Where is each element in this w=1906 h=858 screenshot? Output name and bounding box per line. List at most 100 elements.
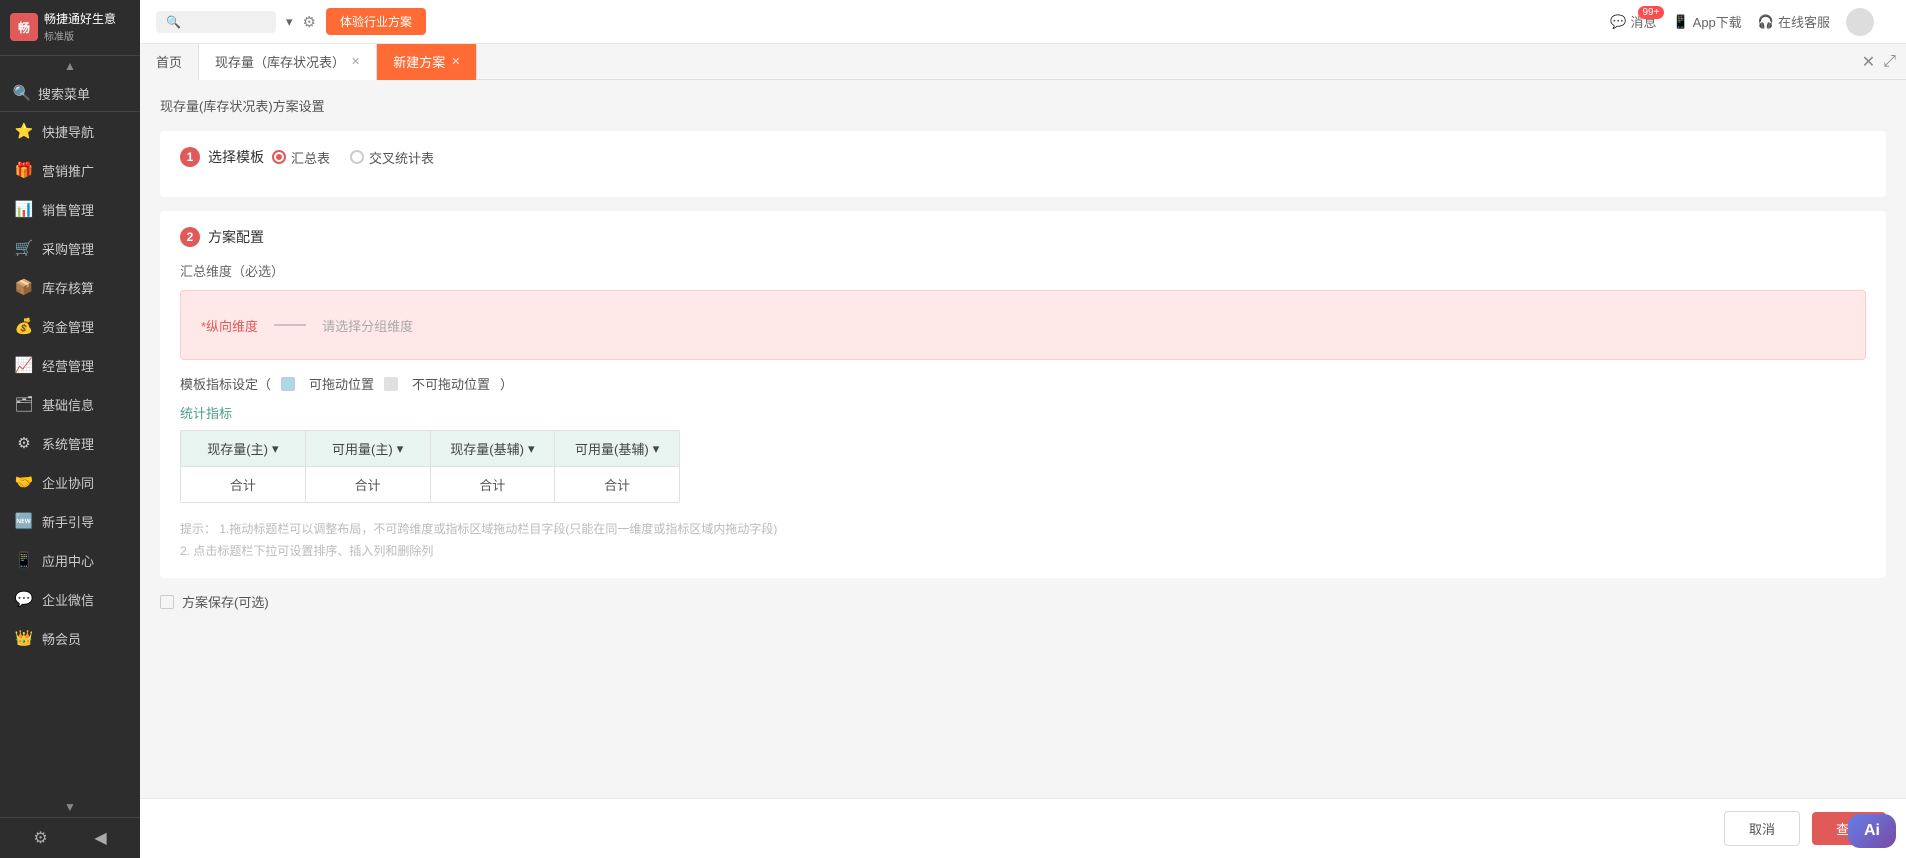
sidebar-item-newguide[interactable]: 🆕 新手引导 (0, 502, 140, 541)
tab-new-scheme[interactable]: 新建方案 ✕ (377, 44, 477, 80)
sidebar-item-coop[interactable]: 🤝 企业协同 (0, 463, 140, 502)
radio-cross-circle[interactable] (350, 150, 364, 164)
sidebar-item-system[interactable]: ⚙ 系统管理 (0, 424, 140, 463)
inventory-tab-close-icon[interactable]: ✕ (351, 55, 360, 68)
sidebar-item-appcenter[interactable]: 📱 应用中心 (0, 541, 140, 580)
tab-inventory[interactable]: 现存量（库存状况表） ✕ (199, 44, 377, 80)
sidebar-item-wechat[interactable]: 💬 企业微信 (0, 580, 140, 619)
tips-section: 提示： 1.拖动标题栏可以调整布局，不可跨维度或指标区域拖动栏目字段(只能在同一… (180, 519, 1866, 562)
sidebar-item-label-sales: 销售管理 (42, 200, 94, 219)
sidebar-item-sales[interactable]: 📊 销售管理 (0, 190, 140, 229)
settings-bottom-icon[interactable]: ⚙ (33, 828, 47, 848)
sidebar-item-member[interactable]: 👑 畅会员 (0, 619, 140, 658)
col-1-chevron[interactable]: ▾ (272, 441, 279, 457)
sidebar-item-search[interactable]: 🔍 搜索菜单 (0, 76, 140, 112)
home-tab-label: 首页 (156, 52, 182, 71)
stats-table-header: 现存量(主) ▾ 可用量(主) ▾ 现存量(基辅) ▾ 可用量(基辅) (181, 431, 679, 466)
sidebar-item-basic[interactable]: 🗂 基础信息 (0, 385, 140, 424)
step1-header: 1 选择模板 汇总表 交叉统计表 (180, 147, 1866, 167)
appcenter-icon: 📱 (14, 551, 34, 569)
coop-icon: 🤝 (14, 473, 34, 491)
topbar-gear-icon[interactable]: ⚙ (303, 13, 316, 31)
tab-home[interactable]: 首页 (140, 44, 199, 80)
sidebar-item-purchase[interactable]: 🛒 采购管理 (0, 229, 140, 268)
step2-num: 2 (180, 227, 200, 247)
radio-cross[interactable]: 交叉统计表 (350, 148, 434, 167)
radio-summary-label: 汇总表 (291, 148, 330, 167)
template-radio-group: 汇总表 交叉统计表 (272, 148, 434, 167)
cancel-button[interactable]: 取消 (1724, 811, 1800, 846)
dimension-box[interactable]: *纵向维度 —— 请选择分组维度 (180, 290, 1866, 360)
sidebar-item-quicknav[interactable]: ⭐ 快捷导航 (0, 112, 140, 151)
inventory-tab-label: 现存量（库存状况表） (215, 52, 345, 71)
quicknav-icon: ⭐ (14, 122, 34, 140)
step1-title: 选择模板 (208, 147, 264, 167)
ai-float-button[interactable]: Ai (1848, 814, 1896, 848)
stats-col-3: 现存量(基辅) ▾ (431, 431, 556, 466)
step2-title: 方案配置 (208, 227, 264, 247)
app-logo-icon: 畅 (10, 13, 38, 41)
sidebar-item-marketing[interactable]: 🎁 营销推广 (0, 151, 140, 190)
topbar: 🔍 ▾ ⚙ 体验行业方案 💬 消息 99+ 📱 App下载 🎧 在线客服 (140, 0, 1906, 44)
col-3-chevron[interactable]: ▾ (528, 441, 535, 457)
new-scheme-tab-label: 新建方案 (393, 52, 445, 71)
col-4-label: 可用量(基辅) (575, 439, 649, 458)
sidebar-bottom: ⚙ ◀ (0, 817, 140, 858)
collapse-icon[interactable]: ◀ (94, 828, 106, 848)
main-content: 🔍 ▾ ⚙ 体验行业方案 💬 消息 99+ 📱 App下载 🎧 在线客服 (140, 0, 1906, 858)
sidebar-item-inventory[interactable]: 📦 库存核算 (0, 268, 140, 307)
not-draggable-badge (384, 377, 398, 391)
sidebar-item-finance[interactable]: 💰 资金管理 (0, 307, 140, 346)
marketing-icon: 🎁 (14, 161, 34, 179)
radio-summary-circle[interactable] (272, 150, 286, 164)
col-2-label: 可用量(主) (332, 439, 393, 458)
dim-placeholder: 请选择分组维度 (322, 316, 413, 335)
app-name: 畅捷通好生意 (44, 12, 116, 28)
tip-1: 提示： 1.拖动标题栏可以调整布局，不可跨维度或指标区域拖动栏目字段(只能在同一… (180, 519, 1866, 541)
member-icon: 👑 (14, 629, 34, 647)
dim-arrow: —— (274, 316, 306, 334)
save-checkbox-input[interactable] (160, 595, 174, 609)
online-service-button[interactable]: 🎧 在线客服 (1758, 12, 1830, 31)
sidebar-item-label-purchase: 采购管理 (42, 239, 94, 258)
topbar-dropdown[interactable]: ▾ (286, 14, 293, 30)
wechat-icon: 💬 (14, 590, 34, 608)
sidebar-scroll-up[interactable]: ▲ (0, 56, 140, 76)
page-title: 现存量(库存状况表)方案设置 (160, 96, 1886, 115)
sidebar-item-label-wechat: 企业微信 (42, 590, 94, 609)
col-1-label: 现存量(主) (207, 439, 268, 458)
purchase-icon: 🛒 (14, 239, 34, 257)
page-content: 现存量(库存状况表)方案设置 1 选择模板 汇总表 交叉统计表 (140, 80, 1906, 798)
sidebar-item-label-newguide: 新手引导 (42, 512, 94, 531)
operations-icon: 📈 (14, 356, 34, 374)
tabs-close-icon[interactable]: ✕ (1862, 52, 1875, 72)
stats-title: 统计指标 (180, 403, 1866, 422)
system-icon: ⚙ (14, 434, 34, 452)
indicator-label: 模板指标设定（ 可拖动位置 不可拖动位置 ） (180, 374, 1866, 393)
tabs-expand-icon[interactable]: ⤢ (1883, 53, 1896, 71)
sidebar-nav: 🔍 搜索菜单 ⭐ 快捷导航 🎁 营销推广 📊 销售管理 🛒 采购管理 📦 库存核… (0, 76, 140, 797)
topbar-search-icon: 🔍 (166, 15, 181, 29)
col-2-chevron[interactable]: ▾ (397, 441, 404, 457)
finance-icon: 💰 (14, 317, 34, 335)
topbar-search-bar[interactable]: 🔍 (156, 11, 276, 33)
radio-cross-label: 交叉统计表 (369, 148, 434, 167)
messages-button[interactable]: 💬 消息 99+ (1610, 12, 1656, 31)
app-download-label: App下载 (1693, 12, 1742, 31)
stats-cell-4: 合计 (555, 467, 679, 502)
sidebar-item-label-marketing: 营销推广 (42, 161, 94, 180)
sidebar: 畅 畅捷通好生意 标准版 ▲ 🔍 搜索菜单 ⭐ 快捷导航 🎁 营销推广 📊 销售… (0, 0, 140, 858)
sidebar-item-label-system: 系统管理 (42, 434, 94, 453)
draggable-label: 可拖动位置 (309, 374, 374, 393)
step1-section: 1 选择模板 汇总表 交叉统计表 (160, 131, 1886, 197)
sidebar-scroll-down[interactable]: ▼ (0, 797, 140, 817)
sidebar-item-operations[interactable]: 📈 经营管理 (0, 346, 140, 385)
step2-header: 2 方案配置 (180, 227, 1866, 247)
user-avatar[interactable] (1846, 8, 1874, 36)
new-scheme-tab-close-icon[interactable]: ✕ (451, 55, 460, 68)
radio-summary[interactable]: 汇总表 (272, 148, 330, 167)
trial-button[interactable]: 体验行业方案 (326, 8, 426, 35)
stats-cell-1: 合计 (181, 467, 306, 502)
app-download-button[interactable]: 📱 App下载 (1672, 12, 1741, 31)
col-4-chevron[interactable]: ▾ (653, 441, 660, 457)
